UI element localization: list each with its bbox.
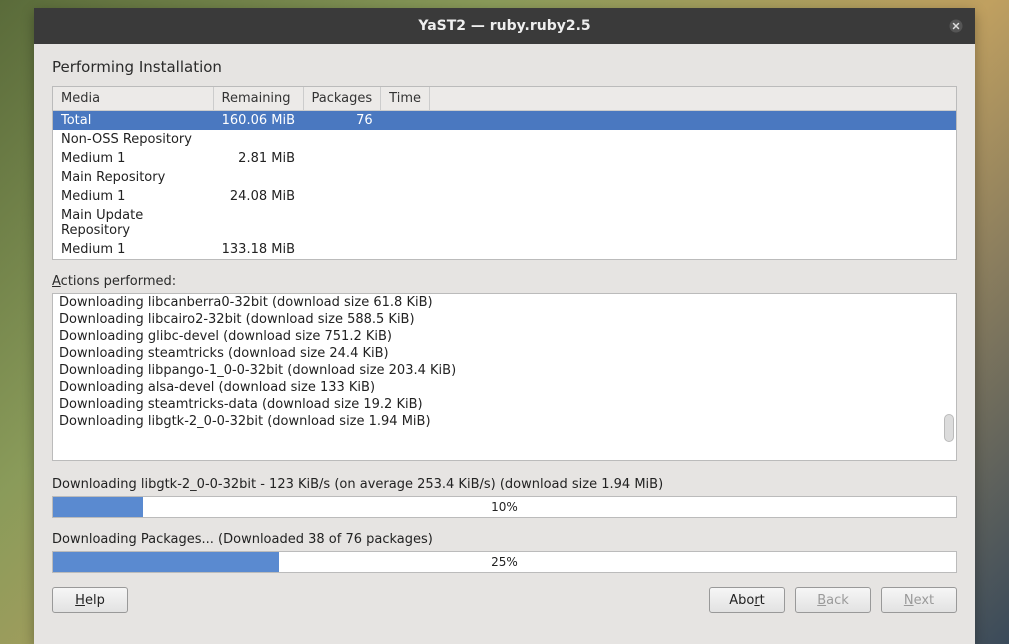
current-download-status: Downloading libgtk-2_0-0-32bit - 123 KiB… [52,477,957,492]
content-area: Performing Installation Media Remaining … [34,44,975,644]
actions-label: Actions performed: [52,274,957,289]
cell-media: Medium 1 [53,149,213,168]
back-button: Back [795,587,871,613]
cell-remaining: 24.08 MiB [213,187,303,206]
close-icon[interactable] [947,17,965,35]
cell-remaining: 133.18 MiB [213,240,303,259]
cell-packages [303,187,381,206]
page-title: Performing Installation [52,58,957,76]
current-download-progress: 10% [52,496,957,518]
cell-remaining [213,206,303,240]
col-media[interactable]: Media [53,87,213,111]
help-button[interactable]: Help [52,587,128,613]
overall-download-progress: 25% [52,551,957,573]
next-button: Next [881,587,957,613]
col-time[interactable]: Time [381,87,430,111]
overall-download-status: Downloading Packages... (Downloaded 38 o… [52,532,957,547]
cell-packages [303,240,381,259]
actions-log[interactable]: Downloading libcanberra0-32bit (download… [52,293,957,461]
log-line: Downloading alsa-devel (download size 13… [53,379,956,396]
scrollbar-thumb[interactable] [944,414,954,442]
table-row[interactable]: Medium 124.08 MiB [53,187,956,206]
col-remaining[interactable]: Remaining [213,87,303,111]
media-table[interactable]: Media Remaining Packages Time Total160.0… [52,86,957,260]
cell-time [381,149,430,168]
cell-media: Non-OSS Repository [53,130,213,149]
log-line: Downloading steamtricks (download size 2… [53,345,956,362]
cell-remaining [213,130,303,149]
button-row: Help Abort Back Next [52,581,957,613]
cell-packages [303,149,381,168]
table-row[interactable]: Total160.06 MiB76 [53,111,956,131]
cell-time [381,187,430,206]
cell-remaining: 160.06 MiB [213,111,303,131]
table-row[interactable]: Main Repository [53,168,956,187]
cell-time [381,240,430,259]
cell-packages [303,130,381,149]
cell-media: Medium 1 [53,187,213,206]
cell-media: Medium 1 [53,240,213,259]
cell-packages [303,168,381,187]
cell-media: Main Update Repository [53,206,213,240]
table-row[interactable]: Main Update Repository [53,206,956,240]
cell-remaining: 2.81 MiB [213,149,303,168]
table-row[interactable]: Non-OSS Repository [53,130,956,149]
progress-label: 25% [53,552,956,572]
log-line: Downloading libgtk-2_0-0-32bit (download… [53,413,956,430]
progress-label: 10% [53,497,956,517]
col-spacer [430,87,957,111]
cell-media: Main Repository [53,168,213,187]
cell-packages: 76 [303,111,381,131]
col-packages[interactable]: Packages [303,87,381,111]
cell-packages [303,206,381,240]
cell-time [381,206,430,240]
log-line: Downloading libcanberra0-32bit (download… [53,294,956,311]
log-line: Downloading steamtricks-data (download s… [53,396,956,413]
cell-media: Total [53,111,213,131]
log-line: Downloading libpango-1_0-0-32bit (downlo… [53,362,956,379]
table-row[interactable]: Medium 1133.18 MiB [53,240,956,259]
log-line: Downloading libcairo2-32bit (download si… [53,311,956,328]
abort-button[interactable]: Abort [709,587,785,613]
cell-time [381,130,430,149]
table-header-row: Media Remaining Packages Time [53,87,956,111]
cell-time [381,111,430,131]
window-title: YaST2 — ruby.ruby2.5 [418,18,590,34]
titlebar: YaST2 — ruby.ruby2.5 [34,8,975,44]
yast-window: YaST2 — ruby.ruby2.5 Performing Installa… [34,8,975,644]
cell-remaining [213,168,303,187]
table-row[interactable]: Medium 12.81 MiB [53,149,956,168]
cell-time [381,168,430,187]
log-line: Downloading glibc-devel (download size 7… [53,328,956,345]
